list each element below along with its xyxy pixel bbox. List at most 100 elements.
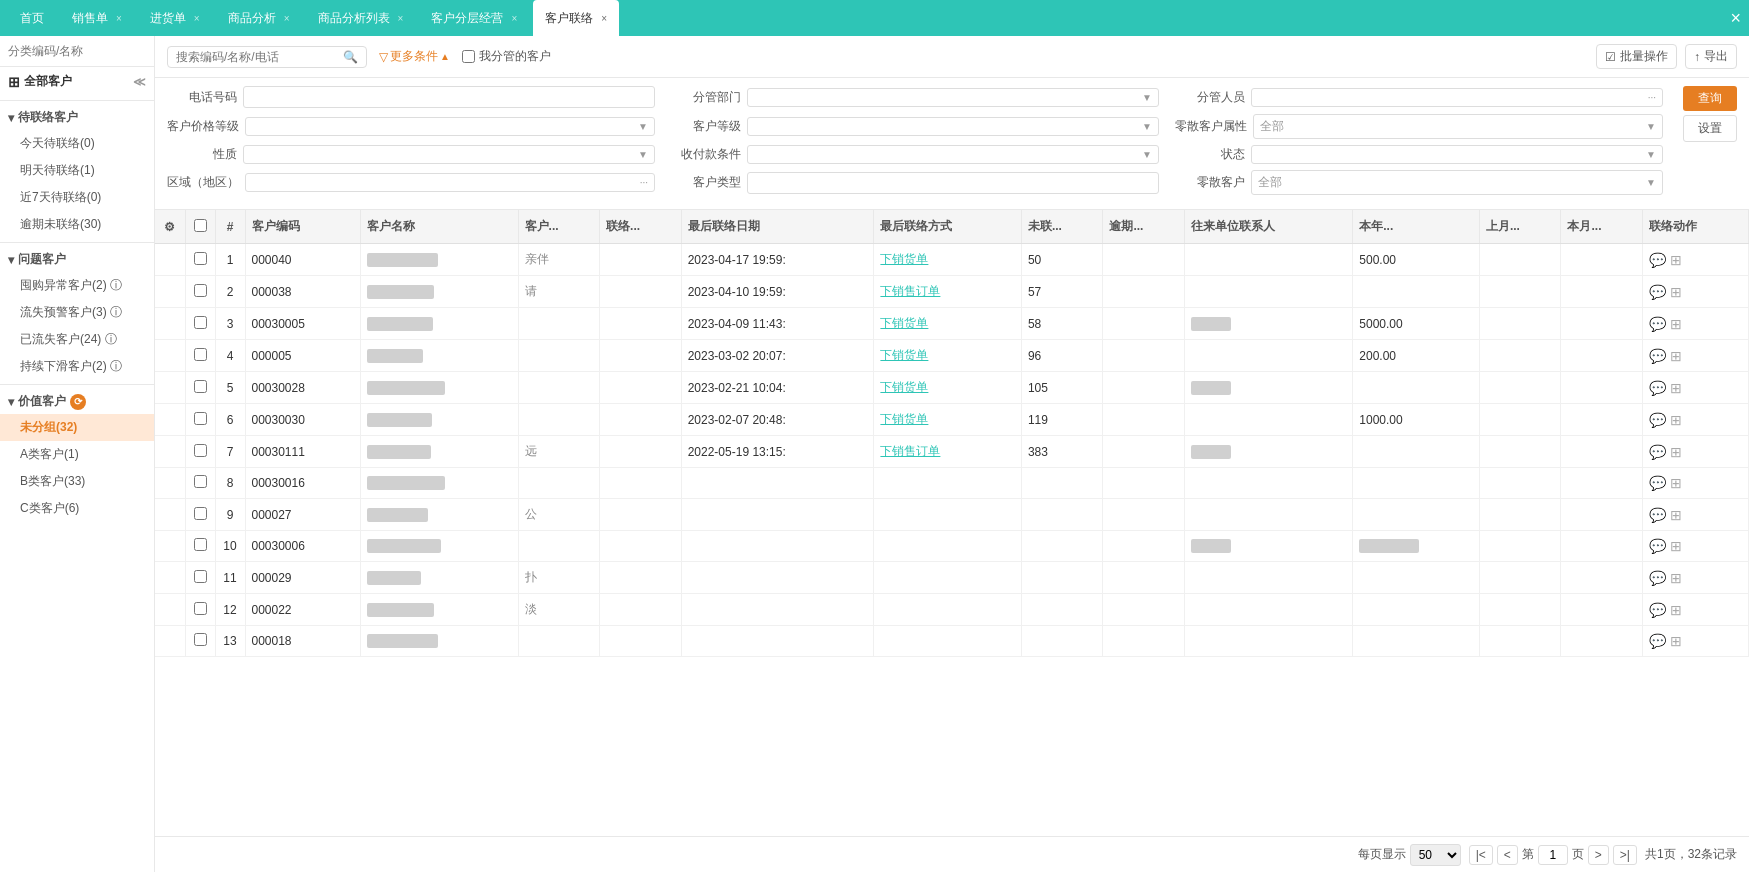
th-checkbox[interactable] bbox=[185, 210, 215, 244]
sidebar-item-overdue[interactable]: 逾期未联络(30) bbox=[0, 211, 154, 238]
cell-checkbox[interactable] bbox=[185, 562, 215, 594]
th-settings[interactable]: ⚙ bbox=[155, 210, 185, 244]
row-checkbox[interactable] bbox=[194, 252, 207, 265]
grid-action-icon[interactable]: ⊞ bbox=[1670, 380, 1682, 396]
chat-icon[interactable]: 💬 bbox=[1649, 252, 1666, 268]
search-input[interactable] bbox=[176, 50, 339, 64]
tab-home[interactable]: 首页 bbox=[8, 0, 56, 36]
grid-action-icon[interactable]: ⊞ bbox=[1670, 538, 1682, 554]
grid-action-icon[interactable]: ⊞ bbox=[1670, 284, 1682, 300]
last-page-button[interactable]: >| bbox=[1613, 845, 1637, 865]
row-checkbox[interactable] bbox=[194, 570, 207, 583]
nature-select[interactable]: ▼ bbox=[243, 145, 655, 164]
close-icon[interactable]: × bbox=[511, 13, 517, 24]
row-checkbox[interactable] bbox=[194, 602, 207, 615]
payment-select[interactable]: ▼ bbox=[747, 145, 1159, 164]
region-select[interactable]: ··· bbox=[245, 173, 655, 192]
sidebar-item-today[interactable]: 今天待联络(0) bbox=[0, 130, 154, 157]
sidebar-group-problem[interactable]: ▾ 问题客户 bbox=[0, 247, 154, 272]
first-page-button[interactable]: |< bbox=[1469, 845, 1493, 865]
select-all-checkbox[interactable] bbox=[194, 219, 207, 232]
reset-button[interactable]: 设置 bbox=[1683, 115, 1737, 142]
chat-icon[interactable]: 💬 bbox=[1649, 633, 1666, 649]
sidebar-item-churn-warn[interactable]: 流失预警客户(3) ⓘ bbox=[0, 299, 154, 326]
dept-select[interactable]: ▼ bbox=[747, 88, 1159, 107]
query-button[interactable]: 查询 bbox=[1683, 86, 1737, 111]
chat-icon[interactable]: 💬 bbox=[1649, 444, 1666, 460]
grid-action-icon[interactable]: ⊞ bbox=[1670, 570, 1682, 586]
grid-action-icon[interactable]: ⊞ bbox=[1670, 348, 1682, 364]
cell-checkbox[interactable] bbox=[185, 308, 215, 340]
next-page-button[interactable]: > bbox=[1588, 845, 1609, 865]
sidebar-search-input[interactable] bbox=[8, 44, 155, 58]
row-checkbox[interactable] bbox=[194, 444, 207, 457]
person-select[interactable]: ··· bbox=[1251, 88, 1663, 107]
close-icon[interactable]: × bbox=[194, 13, 200, 24]
tab-product-analysis[interactable]: 商品分析 × bbox=[216, 0, 302, 36]
chat-icon[interactable]: 💬 bbox=[1649, 570, 1666, 586]
export-button[interactable]: ↑ 导出 bbox=[1685, 44, 1737, 69]
contact-type-link[interactable]: 下销货单 bbox=[880, 380, 928, 394]
cell-checkbox[interactable] bbox=[185, 436, 215, 468]
cell-checkbox[interactable] bbox=[185, 594, 215, 626]
cell-checkbox[interactable] bbox=[185, 531, 215, 562]
page-input[interactable] bbox=[1538, 845, 1568, 865]
cust-type-input[interactable] bbox=[747, 172, 1159, 194]
sidebar-group-pending[interactable]: ▾ 待联络客户 bbox=[0, 105, 154, 130]
sidebar-item-class-a[interactable]: A类客户(1) bbox=[0, 441, 154, 468]
contact-type-link[interactable]: 下销售订单 bbox=[880, 444, 940, 458]
row-checkbox[interactable] bbox=[194, 348, 207, 361]
chat-icon[interactable]: 💬 bbox=[1649, 316, 1666, 332]
sidebar-item-hoard[interactable]: 囤购异常客户(2) ⓘ bbox=[0, 272, 154, 299]
row-checkbox[interactable] bbox=[194, 475, 207, 488]
more-conditions-button[interactable]: ▽ 更多条件 ▲ bbox=[379, 48, 450, 65]
sidebar-item-7days[interactable]: 近7天待联络(0) bbox=[0, 184, 154, 211]
cell-checkbox[interactable] bbox=[185, 340, 215, 372]
cell-checkbox[interactable] bbox=[185, 626, 215, 657]
close-icon[interactable]: × bbox=[398, 13, 404, 24]
grid-action-icon[interactable]: ⊞ bbox=[1670, 252, 1682, 268]
grid-action-icon[interactable]: ⊞ bbox=[1670, 633, 1682, 649]
chat-icon[interactable]: 💬 bbox=[1649, 538, 1666, 554]
sidebar-item-class-c[interactable]: C类客户(6) bbox=[0, 495, 154, 522]
cell-checkbox[interactable] bbox=[185, 244, 215, 276]
row-checkbox[interactable] bbox=[194, 284, 207, 297]
batch-ops-button[interactable]: ☑ 批量操作 bbox=[1596, 44, 1677, 69]
close-all-button[interactable]: × bbox=[1730, 8, 1741, 29]
my-customers-checkbox[interactable]: 我分管的客户 bbox=[462, 48, 551, 65]
cell-checkbox[interactable] bbox=[185, 499, 215, 531]
sidebar-item-tomorrow[interactable]: 明天待联络(1) bbox=[0, 157, 154, 184]
cell-checkbox[interactable] bbox=[185, 468, 215, 499]
tab-customer-segment[interactable]: 客户分层经营 × bbox=[419, 0, 529, 36]
grid-action-icon[interactable]: ⊞ bbox=[1670, 316, 1682, 332]
row-checkbox[interactable] bbox=[194, 380, 207, 393]
close-icon[interactable]: × bbox=[284, 13, 290, 24]
chat-icon[interactable]: 💬 bbox=[1649, 380, 1666, 396]
grid-action-icon[interactable]: ⊞ bbox=[1670, 412, 1682, 428]
contact-type-link[interactable]: 下销货单 bbox=[880, 316, 928, 330]
retail-select[interactable]: 全部 ▼ bbox=[1251, 170, 1663, 195]
row-checkbox[interactable] bbox=[194, 538, 207, 551]
row-checkbox[interactable] bbox=[194, 316, 207, 329]
grid-action-icon[interactable]: ⊞ bbox=[1670, 475, 1682, 491]
price-grade-select[interactable]: ▼ bbox=[245, 117, 655, 136]
chat-icon[interactable]: 💬 bbox=[1649, 507, 1666, 523]
contact-type-link[interactable]: 下销货单 bbox=[880, 412, 928, 426]
phone-input[interactable] bbox=[243, 86, 655, 108]
close-icon[interactable]: × bbox=[116, 13, 122, 24]
tab-product-analysis-list[interactable]: 商品分析列表 × bbox=[306, 0, 416, 36]
grid-action-icon[interactable]: ⊞ bbox=[1670, 507, 1682, 523]
sidebar-item-declining[interactable]: 持续下滑客户(2) ⓘ bbox=[0, 353, 154, 380]
chat-icon[interactable]: 💬 bbox=[1649, 602, 1666, 618]
sidebar-all-customers[interactable]: ⊞ 全部客户 ≪ bbox=[0, 67, 154, 96]
sidebar-item-ungrouped[interactable]: 未分组(32) bbox=[0, 414, 154, 441]
my-customers-check[interactable] bbox=[462, 50, 475, 63]
retail-attr-select[interactable]: 全部 ▼ bbox=[1253, 114, 1663, 139]
tab-purchase-order[interactable]: 进货单 × bbox=[138, 0, 212, 36]
grid-action-icon[interactable]: ⊞ bbox=[1670, 444, 1682, 460]
cell-checkbox[interactable] bbox=[185, 276, 215, 308]
row-checkbox[interactable] bbox=[194, 633, 207, 646]
cell-checkbox[interactable] bbox=[185, 404, 215, 436]
contact-type-link[interactable]: 下销货单 bbox=[880, 348, 928, 362]
grid-action-icon[interactable]: ⊞ bbox=[1670, 602, 1682, 618]
